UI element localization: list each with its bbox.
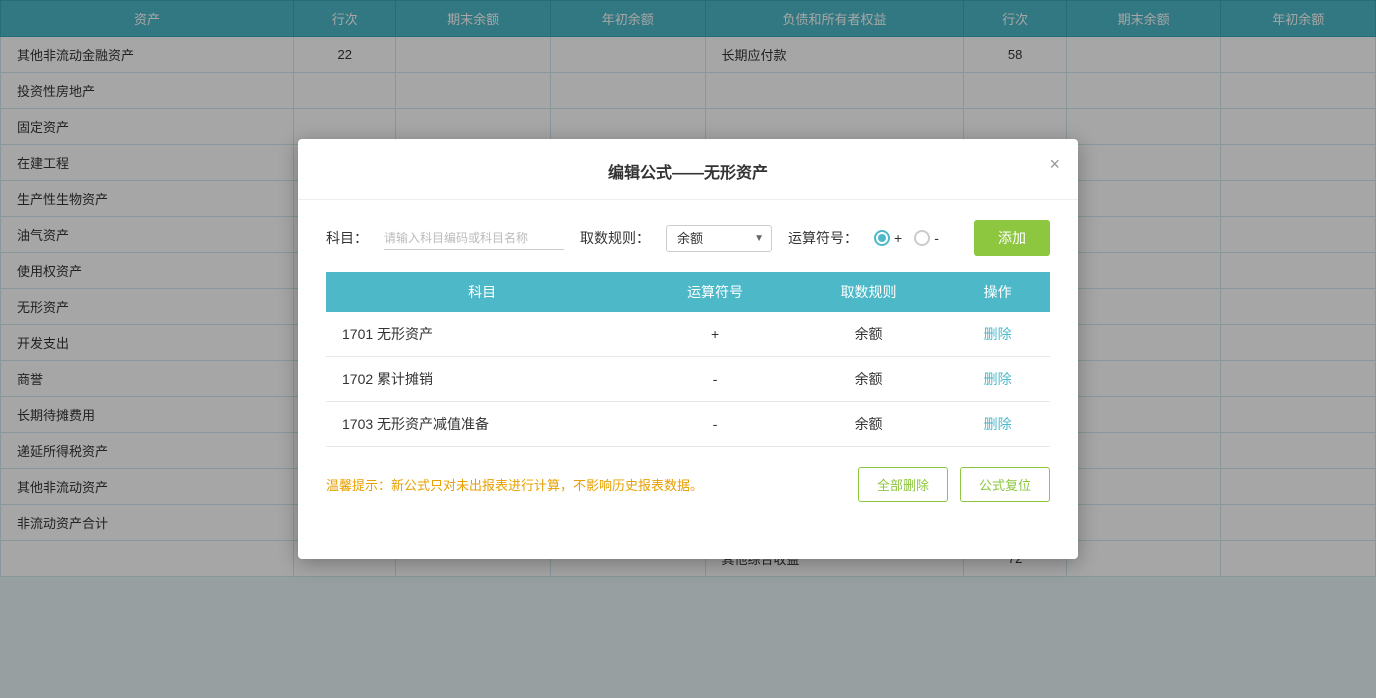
delete-link[interactable]: 删除 <box>984 371 1012 387</box>
table-header-row: 科目 运算符号 取数规则 操作 <box>326 272 1050 312</box>
col-subject: 科目 <box>326 272 638 312</box>
col-op: 运算符号 <box>638 272 792 312</box>
reset-formula-button[interactable]: 公式复位 <box>960 467 1050 502</box>
radio-group: + - <box>874 230 939 246</box>
modal-close-button[interactable]: × <box>1049 155 1060 173</box>
subject-input[interactable] <box>384 226 564 250</box>
cell-rule: 余额 <box>792 357 946 402</box>
modal-dialog: 编辑公式——无形资产 × 科目： 取数规则： 余额 借方发生额 贷方发生额 ▼ … <box>298 139 1078 559</box>
formula-table: 科目 运算符号 取数规则 操作 1701 无形资产 + 余额 删除 1702 累… <box>326 272 1050 447</box>
footer-buttons: 全部删除 公式复位 <box>858 467 1050 502</box>
delete-all-button[interactable]: 全部删除 <box>858 467 948 502</box>
cell-rule: 余额 <box>792 312 946 357</box>
cell-op: + <box>638 312 792 357</box>
add-button[interactable]: 添加 <box>974 220 1050 256</box>
subject-label: 科目： <box>326 228 368 248</box>
rule-select[interactable]: 余额 借方发生额 贷方发生额 <box>666 225 772 252</box>
radio-plus-label: + <box>894 230 902 246</box>
radio-plus[interactable]: + <box>874 230 902 246</box>
op-label: 运算符号： <box>788 228 858 248</box>
table-row: 1701 无形资产 + 余额 删除 <box>326 312 1050 357</box>
modal-overlay: 编辑公式——无形资产 × 科目： 取数规则： 余额 借方发生额 贷方发生额 ▼ … <box>0 0 1376 698</box>
modal-header: 编辑公式——无形资产 <box>298 139 1078 200</box>
col-rule: 取数规则 <box>792 272 946 312</box>
rule-label: 取数规则： <box>580 228 650 248</box>
radio-minus-label: - <box>934 230 939 246</box>
form-row: 科目： 取数规则： 余额 借方发生额 贷方发生额 ▼ 运算符号： + <box>298 200 1078 272</box>
cell-action: 删除 <box>945 312 1050 357</box>
modal-title: 编辑公式——无形资产 <box>608 165 768 182</box>
cell-op: - <box>638 357 792 402</box>
rule-select-wrap: 余额 借方发生额 贷方发生额 ▼ <box>666 225 772 252</box>
hint-text: 温馨提示：新公式只对未出报表进行计算，不影响历史报表数据。 <box>326 475 703 494</box>
table-row: 1702 累计摊销 - 余额 删除 <box>326 357 1050 402</box>
delete-link[interactable]: 删除 <box>984 416 1012 432</box>
cell-action: 删除 <box>945 357 1050 402</box>
radio-minus[interactable]: - <box>914 230 939 246</box>
cell-subject: 1703 无形资产减值准备 <box>326 402 638 447</box>
col-action: 操作 <box>945 272 1050 312</box>
table-row: 1703 无形资产减值准备 - 余额 删除 <box>326 402 1050 447</box>
cell-rule: 余额 <box>792 402 946 447</box>
modal-footer: 温馨提示：新公式只对未出报表进行计算，不影响历史报表数据。 全部删除 公式复位 <box>298 447 1078 502</box>
cell-op: - <box>638 402 792 447</box>
cell-subject: 1702 累计摊销 <box>326 357 638 402</box>
radio-plus-circle <box>874 230 890 246</box>
cell-subject: 1701 无形资产 <box>326 312 638 357</box>
delete-link[interactable]: 删除 <box>984 326 1012 342</box>
cell-action: 删除 <box>945 402 1050 447</box>
radio-minus-circle <box>914 230 930 246</box>
